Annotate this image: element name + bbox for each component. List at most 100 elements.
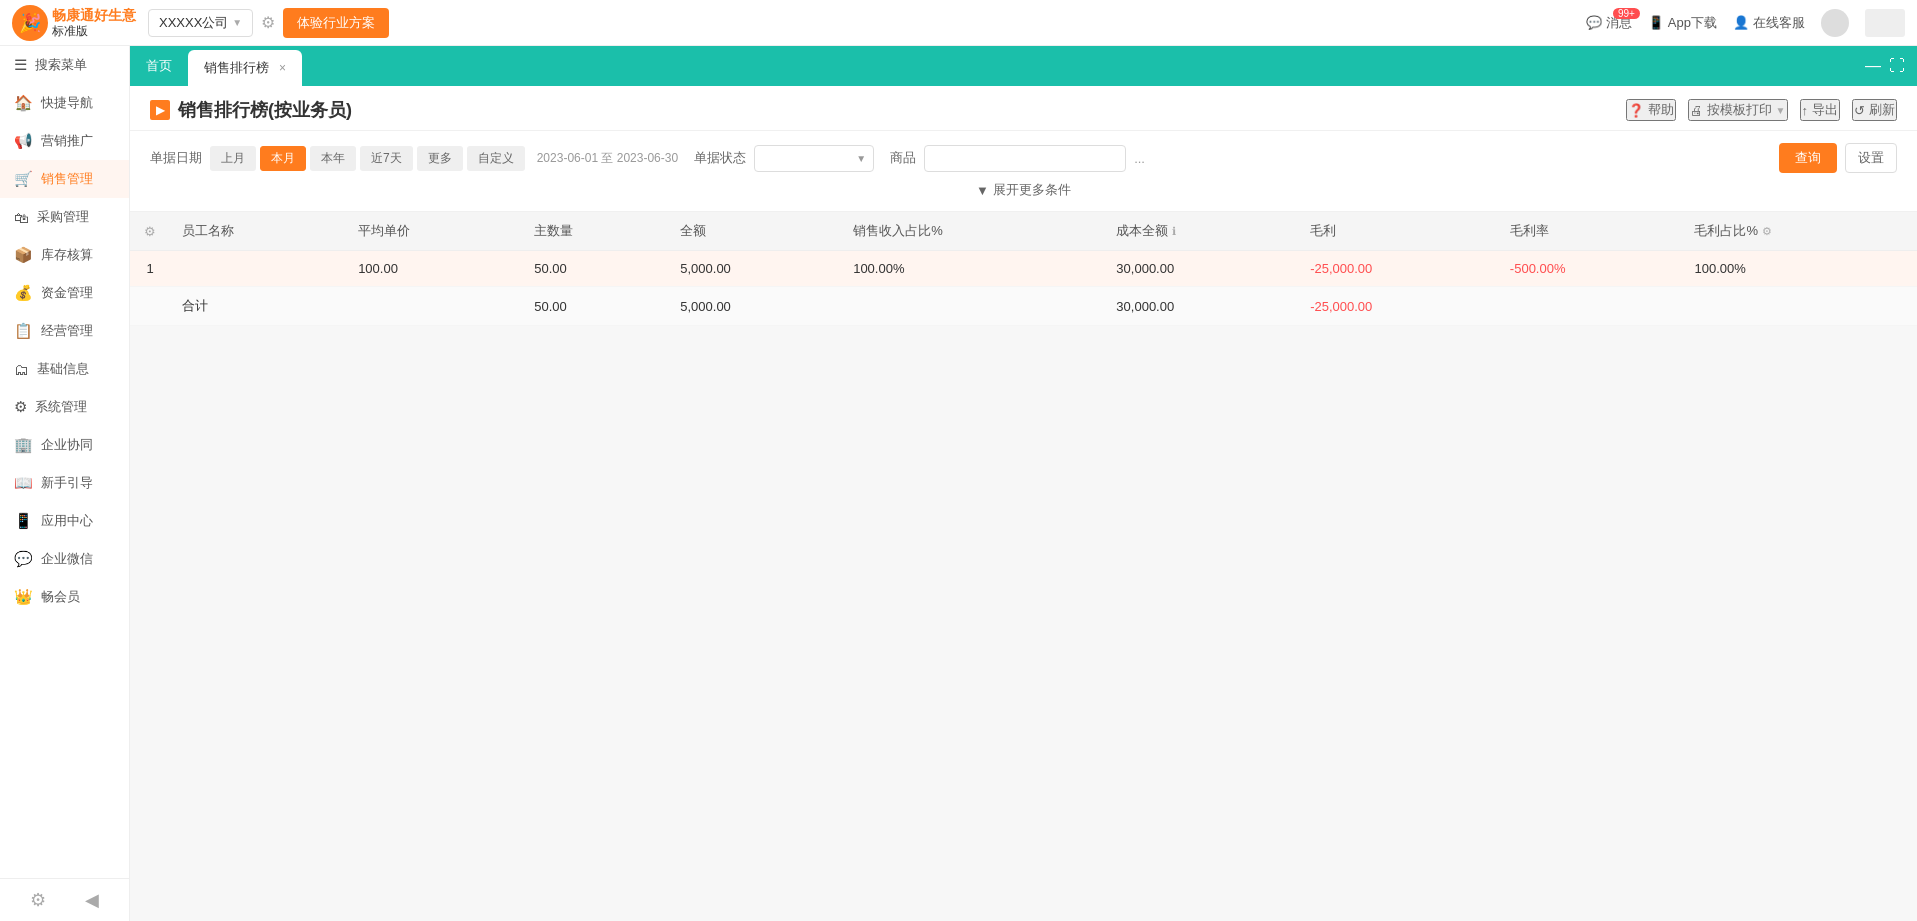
sidebar-item-purchase[interactable]: 🛍 采购管理 [0,198,129,236]
tab-minimize-button[interactable]: — [1865,57,1881,75]
status-filter: 单据状态 ▼ [694,145,874,172]
page-header: ▶ 销售排行榜(按业务员) ❓ 帮助 🖨 按模板打印 ▼ [130,86,1917,131]
experience-button[interactable]: 体验行业方案 [283,8,389,38]
goods-input[interactable] [924,145,1126,172]
search-menu-icon: ☰ [14,56,27,74]
expand-icon[interactable]: ▶ [150,100,170,120]
print-label: 按模板打印 [1707,101,1772,119]
table-container: ⚙ 员工名称 平均单价 主数量 全额 销售收入占比% 成本全额 ℹ [130,212,1917,326]
sidebar-item-operations[interactable]: 📋 经营管理 [0,312,129,350]
online-service-button[interactable]: 👤 在线客服 [1733,14,1805,32]
message-button[interactable]: 💬 消息 99+ [1586,14,1632,32]
sidebar-item-label: 企业协同 [41,436,93,454]
page-content: ▶ 销售排行榜(按业务员) ❓ 帮助 🖨 按模板打印 ▼ [130,86,1917,921]
footer-cost: 30,000.00 [1104,287,1298,326]
footer-amount: 5,000.00 [668,287,841,326]
settings-button[interactable]: 设置 [1845,143,1897,173]
appcenter-icon: 📱 [14,512,33,530]
content-area: 首页 销售排行榜 × — ⛶ ▶ 销售排行 [130,46,1917,921]
page-inner: ▶ 销售排行榜(按业务员) ❓ 帮助 🖨 按模板打印 ▼ [130,86,1917,326]
company-selector[interactable]: XXXXX公司 ▼ [148,9,253,37]
avatar[interactable] [1821,9,1849,37]
footer-empty [130,287,170,326]
sidebar-item-quicknav[interactable]: 🏠 快捷导航 [0,84,129,122]
status-label: 单据状态 [694,149,746,167]
export-icon: ↑ [1802,103,1809,118]
col-quantity: 主数量 [522,212,668,251]
sidebar-item-system[interactable]: ⚙ 系统管理 [0,388,129,426]
profit-ratio-info-icon[interactable]: ⚙ [1762,225,1772,237]
sidebar-item-guide[interactable]: 📖 新手引导 [0,464,129,502]
help-button[interactable]: ❓ 帮助 [1626,99,1676,121]
sidebar-item-finance[interactable]: 💰 资金管理 [0,274,129,312]
settings-gear-icon[interactable]: ⚙ [261,13,275,32]
cell-quantity: 50.00 [522,251,668,287]
tab-home[interactable]: 首页 [130,46,188,86]
goods-more-link[interactable]: ... [1134,151,1145,166]
sidebar-item-sales[interactable]: 🛒 销售管理 [0,160,129,198]
date-tab-last-month[interactable]: 上月 [210,146,256,171]
cell-avg-price: 100.00 [346,251,522,287]
sidebar-item-search[interactable]: ☰ 搜索菜单 [0,46,129,84]
col-cost: 成本全额 ℹ [1104,212,1298,251]
sidebar-item-inventory[interactable]: 📦 库存核算 [0,236,129,274]
tab-label: 销售排行榜 [204,59,269,77]
date-tab-current-month[interactable]: 本月 [260,146,306,171]
table-row: 1 100.00 50.00 5,000.00 100.00% 30,000.0… [130,251,1917,287]
col-sales-ratio: 销售收入占比% [841,212,1104,251]
status-select[interactable] [754,145,874,172]
goods-label: 商品 [890,149,916,167]
tab-sales-ranking[interactable]: 销售排行榜 × [188,50,302,86]
sidebar-item-label: 搜索菜单 [35,56,87,74]
tab-right-actions: — ⛶ [1865,57,1917,75]
export-button[interactable]: ↑ 导出 [1800,99,1841,121]
goods-filter: 商品 ... [890,145,1145,172]
logo-main: 畅康通好生意 [52,6,136,24]
footer-profit: -25,000.00 [1298,287,1498,326]
date-tab-custom[interactable]: 自定义 [467,146,525,171]
sidebar-item-basicinfo[interactable]: 🗂 基础信息 [0,350,129,388]
sidebar-item-member[interactable]: 👑 畅会员 [0,578,129,616]
column-settings-icon[interactable]: ⚙ [144,224,156,239]
filter-row: 单据日期 上月 本月 本年 近7天 更多 自定义 2023-06-01 至 20… [150,143,1897,173]
sidebar-item-label: 快捷导航 [41,94,93,112]
help-icon: ❓ [1628,103,1644,118]
tab-close-icon[interactable]: × [279,61,286,75]
page-actions: ❓ 帮助 🖨 按模板打印 ▼ ↑ 导出 [1626,99,1897,121]
basicinfo-icon: 🗂 [14,361,29,378]
date-tab-current-year[interactable]: 本年 [310,146,356,171]
expand-conditions-button[interactable]: ▼ 展开更多条件 [976,181,1071,199]
refresh-label: 刷新 [1869,101,1895,119]
wechat-icon: 💬 [14,550,33,568]
inventory-icon: 📦 [14,246,33,264]
date-range-display: 2023-06-01 至 2023-06-30 [537,150,678,167]
date-tab-more[interactable]: 更多 [417,146,463,171]
guide-icon: 📖 [14,474,33,492]
sidebar-item-wechat[interactable]: 💬 企业微信 [0,540,129,578]
sidebar-settings-icon[interactable]: ⚙ [30,889,46,911]
date-tab-7days[interactable]: 近7天 [360,146,413,171]
online-service-label: 在线客服 [1753,14,1805,32]
query-button[interactable]: 查询 [1779,143,1837,173]
cell-employee [170,251,346,287]
sidebar-collapse-icon[interactable]: ◀ [85,889,99,911]
sidebar-item-label: 采购管理 [37,208,89,226]
top-bar-right: 💬 消息 99+ 📱 App下载 👤 在线客服 [1586,9,1905,37]
app-download-button[interactable]: 📱 App下载 [1648,14,1717,32]
tab-maximize-button[interactable]: ⛶ [1889,57,1905,75]
logo-sub: 标准版 [52,24,136,40]
message-badge: 99+ [1613,8,1640,19]
sidebar-item-label: 基础信息 [37,360,89,378]
cost-info-icon[interactable]: ℹ [1172,225,1176,237]
sidebar-item-marketing[interactable]: 📢 营销推广 [0,122,129,160]
print-button[interactable]: 🖨 按模板打印 ▼ [1688,99,1788,121]
sidebar-item-label: 资金管理 [41,284,93,302]
sidebar-item-appcenter[interactable]: 📱 应用中心 [0,502,129,540]
sidebar-item-label: 新手引导 [41,474,93,492]
app-download-label: App下载 [1668,14,1717,32]
sidebar-item-enterprise[interactable]: 🏢 企业协同 [0,426,129,464]
date-filter: 单据日期 上月 本月 本年 近7天 更多 自定义 2023-06-01 至 20… [150,146,678,171]
refresh-button[interactable]: ↺ 刷新 [1852,99,1897,121]
message-icon: 💬 [1586,15,1602,30]
col-settings: ⚙ [130,212,170,251]
